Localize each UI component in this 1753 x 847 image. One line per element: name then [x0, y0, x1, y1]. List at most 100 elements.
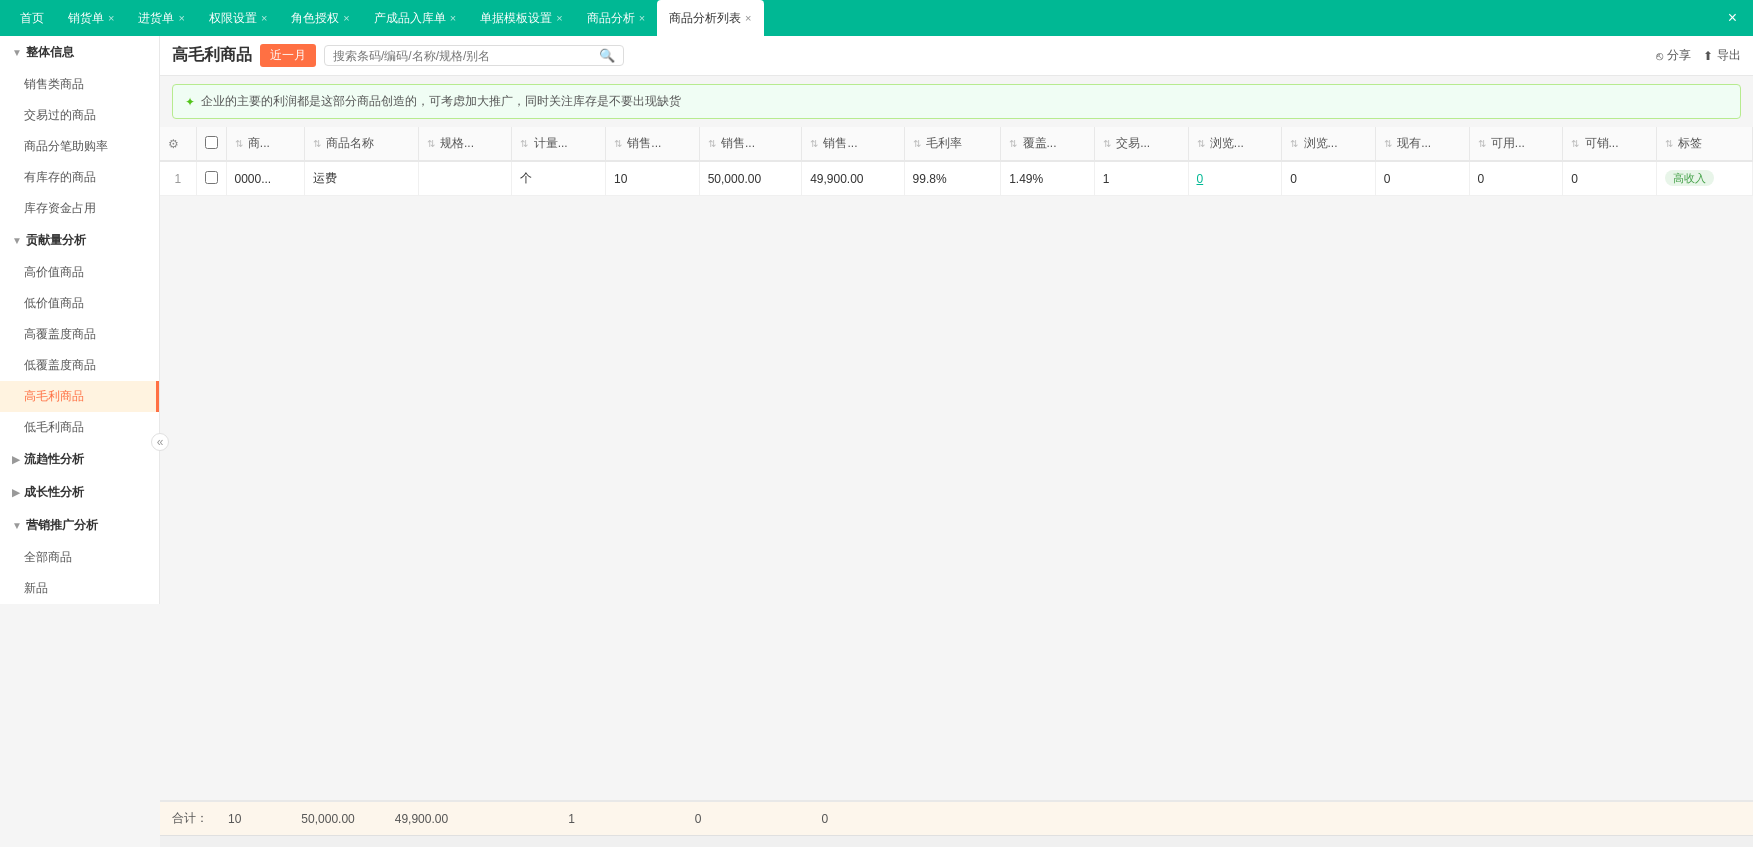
content-header: 高毛利商品 近一月 🔍 ⎋ 分享 ⬆ 导出 — [160, 36, 1753, 76]
cell-tag: 高收入 — [1656, 161, 1752, 196]
sidebar-item-purchase-rate[interactable]: 商品分笔助购率 — [0, 131, 159, 162]
close-analysis-list-tab[interactable]: × — [745, 12, 751, 24]
share-button[interactable]: ⎋ 分享 — [1656, 47, 1691, 64]
sort-handle-saleable-stock: ⇅ — [1571, 138, 1579, 149]
close-permission-tab[interactable]: × — [261, 12, 267, 24]
col-current-stock[interactable]: ⇅ 现有... — [1375, 127, 1469, 161]
col-spec[interactable]: ⇅ 规格... — [418, 127, 512, 161]
col-view1[interactable]: ⇅ 浏览... — [1188, 127, 1282, 161]
cell-saleable-stock: 0 — [1563, 161, 1657, 196]
nav-tab-home[interactable]: 首页 — [8, 0, 56, 36]
arrow-growth: ▶ — [12, 487, 20, 498]
sort-handle-name: ⇅ — [313, 138, 321, 149]
col-settings[interactable]: ⚙ — [160, 127, 196, 161]
nav-tab-template[interactable]: 单据模板设置 × — [468, 0, 574, 36]
data-table: ⚙ ⇅ 商... ⇅ 商品名称 — [160, 127, 1753, 196]
table-header-row: ⚙ ⇅ 商... ⇅ 商品名称 — [160, 127, 1753, 161]
col-saleable-stock[interactable]: ⇅ 可销... — [1563, 127, 1657, 161]
sidebar-item-traded-goods[interactable]: 交易过的商品 — [0, 100, 159, 131]
cell-sales-profit: 49,900.00 — [802, 161, 904, 196]
bottom-scrollbar[interactable] — [160, 835, 1753, 847]
sidebar-item-high-coverage[interactable]: 高覆盖度商品 — [0, 319, 159, 350]
footer-label: 合计： — [172, 810, 208, 827]
col-name[interactable]: ⇅ 商品名称 — [304, 127, 418, 161]
close-sales-tab[interactable]: × — [108, 12, 114, 24]
sidebar-section-trend[interactable]: ▶ 流趋性分析 — [0, 443, 159, 476]
cell-available-stock: 0 — [1469, 161, 1563, 196]
col-view2[interactable]: ⇅ 浏览... — [1282, 127, 1376, 161]
close-purchase-tab[interactable]: × — [178, 12, 184, 24]
close-inventory-tab[interactable]: × — [450, 12, 456, 24]
search-input[interactable] — [333, 49, 599, 63]
footer-transaction: 1 — [568, 812, 575, 826]
cell-sales-amount: 50,000.00 — [699, 161, 801, 196]
sidebar-item-new-goods[interactable]: 新品 — [0, 573, 159, 604]
sort-handle-available-stock: ⇅ — [1478, 138, 1486, 149]
search-box: 🔍 — [324, 45, 624, 66]
cell-current-stock: 0 — [1375, 161, 1469, 196]
nav-tab-sales[interactable]: 销货单 × — [56, 0, 126, 36]
close-role-tab[interactable]: × — [343, 12, 349, 24]
sidebar-item-capital[interactable]: 库存资金占用 — [0, 193, 159, 224]
content-area: 高毛利商品 近一月 🔍 ⎋ 分享 ⬆ 导出 ✦ 企业的主要的利润都是这部分商品创… — [160, 36, 1753, 847]
sort-handle-view2: ⇅ — [1290, 138, 1298, 149]
main-layout: ▼ 整体信息 销售类商品 交易过的商品 商品分笔助购率 有库存的商品 库存资金占… — [0, 36, 1753, 847]
info-banner: ✦ 企业的主要的利润都是这部分商品创造的，可考虑加大推广，同时关注库存是不要出现… — [172, 84, 1741, 119]
table-container[interactable]: ⚙ ⇅ 商... ⇅ 商品名称 — [160, 127, 1753, 800]
sidebar-section-overall[interactable]: ▼ 整体信息 — [0, 36, 159, 69]
sidebar-item-all-goods[interactable]: 全部商品 — [0, 542, 159, 573]
export-button[interactable]: ⬆ 导出 — [1703, 47, 1741, 64]
col-sales-amount[interactable]: ⇅ 销售... — [699, 127, 801, 161]
cell-view1[interactable]: 0 — [1188, 161, 1282, 196]
sort-handle-tag: ⇅ — [1665, 138, 1673, 149]
cell-name: 运费 — [304, 161, 418, 196]
time-filter-button[interactable]: 近一月 — [260, 44, 316, 67]
sidebar-item-high-value[interactable]: 高价值商品 — [0, 257, 159, 288]
settings-icon[interactable]: ⚙ — [168, 137, 179, 151]
table-row: 1 0000... 运费 个 10 50,000.00 49,900.00 99… — [160, 161, 1753, 196]
col-unit[interactable]: ⇅ 计量... — [512, 127, 606, 161]
info-icon: ✦ — [185, 95, 195, 109]
close-template-tab[interactable]: × — [556, 12, 562, 24]
col-coverage[interactable]: ⇅ 覆盖... — [1001, 127, 1095, 161]
sort-handle-coverage: ⇅ — [1009, 138, 1017, 149]
sidebar-section-marketing[interactable]: ▼ 营销推广分析 — [0, 509, 159, 542]
close-all-tabs[interactable]: × — [1720, 9, 1745, 27]
sidebar-collapse-btn[interactable]: « — [151, 433, 169, 451]
cell-checkbox[interactable] — [196, 161, 226, 196]
col-transaction[interactable]: ⇅ 交易... — [1094, 127, 1188, 161]
close-analysis-tab[interactable]: × — [639, 12, 645, 24]
col-gross-margin[interactable]: ⇅ 毛利率 — [904, 127, 1001, 161]
export-icon: ⬆ — [1703, 49, 1713, 63]
col-sales-count[interactable]: ⇅ 销售... — [606, 127, 700, 161]
arrow-overall: ▼ — [12, 47, 22, 58]
sidebar-item-high-margin[interactable]: 高毛利商品 — [0, 381, 159, 412]
sort-handle-current-stock: ⇅ — [1384, 138, 1392, 149]
col-tag[interactable]: ⇅ 标签 — [1656, 127, 1752, 161]
nav-tab-permission[interactable]: 权限设置 × — [197, 0, 279, 36]
sidebar-section-growth[interactable]: ▶ 成长性分析 — [0, 476, 159, 509]
footer-saleable-stock: 0 — [822, 812, 829, 826]
sort-handle-transaction: ⇅ — [1103, 138, 1111, 149]
sidebar-item-low-margin[interactable]: 低毛利商品 — [0, 412, 159, 443]
sidebar-item-in-stock[interactable]: 有库存的商品 — [0, 162, 159, 193]
footer-values: 10 50,000.00 49,900.00 1 0 0 — [228, 812, 888, 826]
nav-tab-analysis-list[interactable]: 商品分析列表 × — [657, 0, 763, 36]
nav-tab-role[interactable]: 角色授权 × — [279, 0, 361, 36]
sort-handle-sales-count: ⇅ — [614, 138, 622, 149]
col-sales-profit[interactable]: ⇅ 销售... — [802, 127, 904, 161]
row-checkbox[interactable] — [205, 171, 218, 184]
sidebar-item-sales-goods[interactable]: 销售类商品 — [0, 69, 159, 100]
cell-sales-count: 10 — [606, 161, 700, 196]
nav-tab-purchase[interactable]: 进货单 × — [126, 0, 196, 36]
select-all-checkbox[interactable] — [205, 136, 218, 149]
nav-tab-inventory[interactable]: 产成品入库单 × — [362, 0, 468, 36]
sidebar-section-contribution[interactable]: ▼ 贡献量分析 — [0, 224, 159, 257]
sidebar-item-low-coverage[interactable]: 低覆盖度商品 — [0, 350, 159, 381]
nav-tab-analysis[interactable]: 商品分析 × — [575, 0, 657, 36]
col-available-stock[interactable]: ⇅ 可用... — [1469, 127, 1563, 161]
col-code[interactable]: ⇅ 商... — [226, 127, 304, 161]
sidebar-item-low-value[interactable]: 低价值商品 — [0, 288, 159, 319]
sort-handle-view1: ⇅ — [1197, 138, 1205, 149]
search-icon[interactable]: 🔍 — [599, 48, 615, 63]
